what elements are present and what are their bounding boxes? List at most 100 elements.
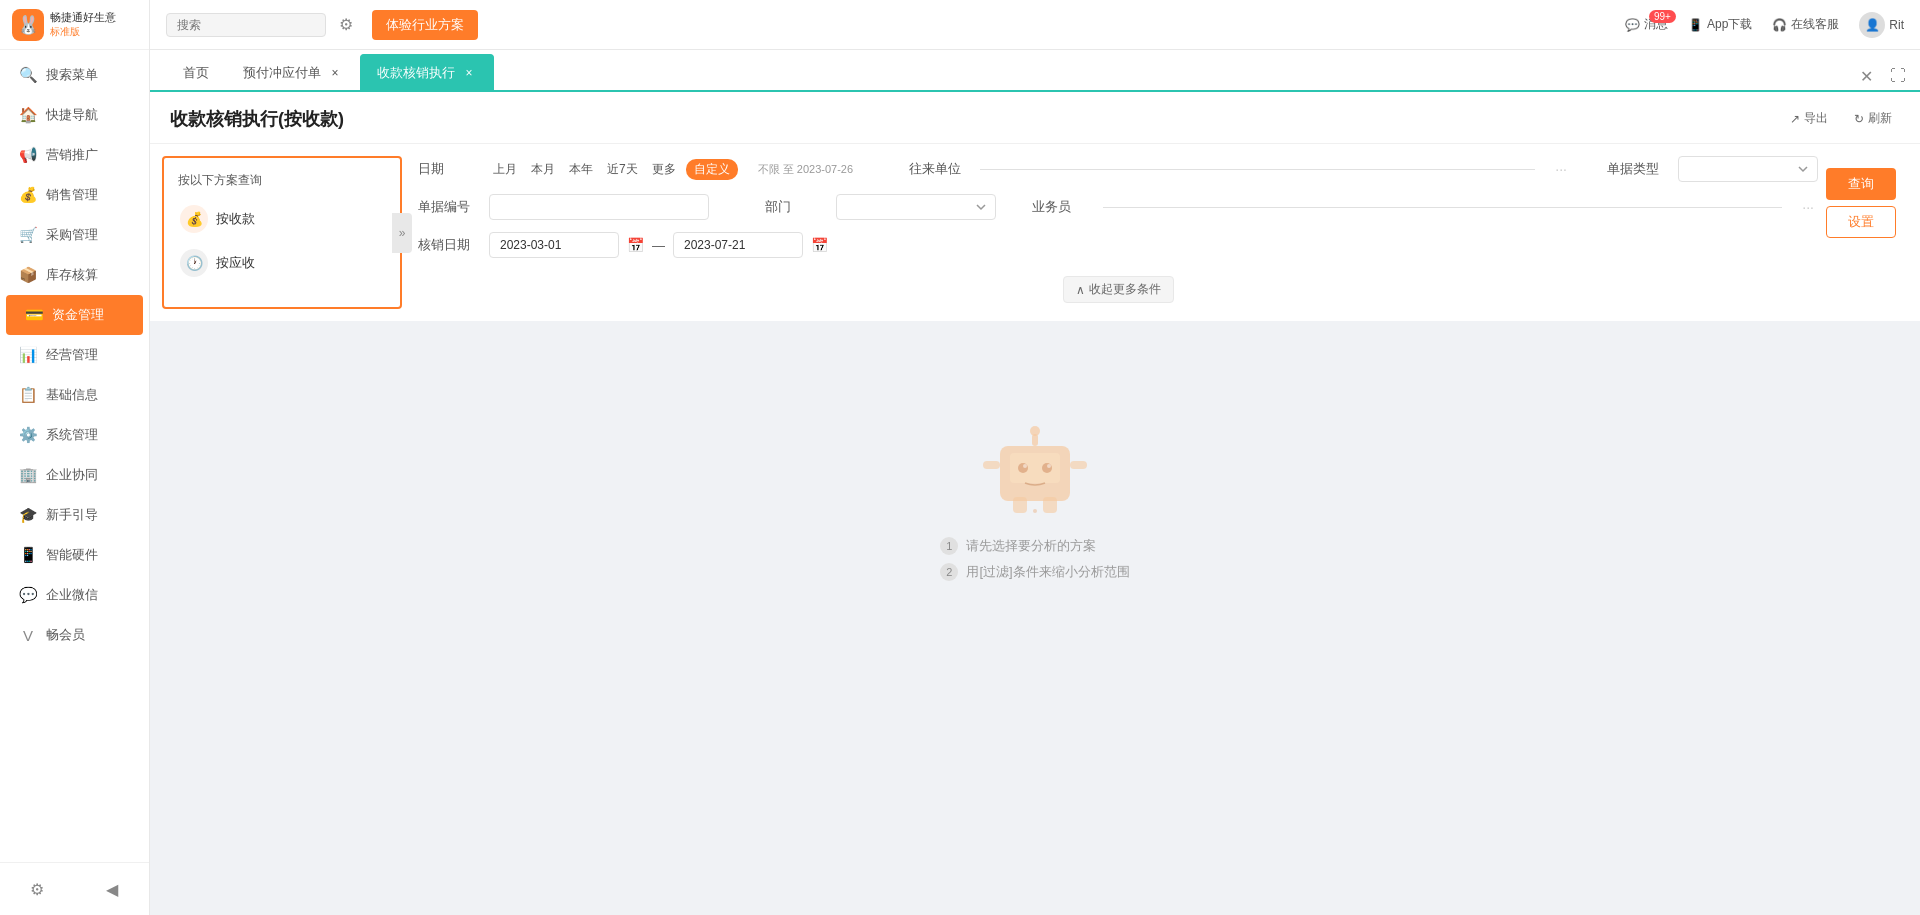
- date-7days[interactable]: 近7天: [603, 159, 642, 180]
- logo-sub: 标准版: [50, 25, 116, 39]
- query-btn[interactable]: 查询: [1826, 168, 1896, 200]
- svg-point-2: [1018, 463, 1028, 473]
- verify-date-end-calendar[interactable]: 📅: [811, 237, 828, 253]
- filter-option-by-receipt[interactable]: 💰 按收款: [164, 197, 400, 241]
- collapse-sidebar-icon[interactable]: ◀: [96, 873, 128, 905]
- export-label: 导出: [1804, 110, 1828, 127]
- search-input[interactable]: [166, 13, 326, 37]
- sidebar-item-hardware[interactable]: 📱 智能硬件: [0, 535, 149, 575]
- message-icon: 💬: [1625, 18, 1640, 32]
- receipt-icon: 💰: [180, 205, 208, 233]
- date-range-display: 不限 至 2023-07-26: [758, 162, 853, 177]
- settings-icon[interactable]: ⚙: [21, 873, 53, 905]
- sidebar-item-search[interactable]: 🔍 搜索菜单: [0, 55, 149, 95]
- date-this-month[interactable]: 本月: [527, 159, 559, 180]
- date-more[interactable]: 更多: [648, 159, 680, 180]
- sidebar-item-sales[interactable]: 💰 销售管理: [0, 175, 149, 215]
- sidebar-item-marketing[interactable]: 📢 营销推广: [0, 135, 149, 175]
- svg-rect-8: [983, 461, 1000, 469]
- app-label: App下载: [1707, 16, 1752, 33]
- sidebar-item-capital[interactable]: 💳 资金管理: [6, 295, 143, 335]
- filter-area: 按以下方案查询 💰 按收款 🕐 按应收 » 日: [150, 144, 1920, 321]
- nav-label-marketing: 营销推广: [46, 146, 98, 164]
- collapse-more-btn[interactable]: ∧ 收起更多条件: [1063, 276, 1174, 303]
- export-icon: ↗: [1790, 112, 1800, 126]
- nav-label-capital: 资金管理: [52, 306, 104, 324]
- user-menu[interactable]: 👤 Rit: [1859, 12, 1904, 38]
- message-badge: 99+: [1649, 10, 1676, 23]
- nav-label-inventory: 库存核算: [46, 266, 98, 284]
- close-tab-icon[interactable]: ✕: [1852, 62, 1880, 90]
- nav-label-search: 搜索菜单: [46, 66, 98, 84]
- expand-tab-icon[interactable]: ⛶: [1884, 62, 1912, 90]
- hint-text-2: 用[过滤]条件来缩小分析范围: [966, 563, 1129, 581]
- doc-type-select[interactable]: [1678, 156, 1818, 182]
- nav-label-operation: 经营管理: [46, 346, 98, 364]
- nav-icon-marketing: 📢: [18, 145, 38, 165]
- svg-rect-10: [1013, 497, 1027, 513]
- empty-state: 1 请先选择要分析的方案 2 用[过滤]条件来缩小分析范围: [150, 321, 1920, 661]
- message-btn[interactable]: 💬 消息 99+: [1625, 16, 1668, 33]
- sidebar-item-guide[interactable]: 🎓 新手引导: [0, 495, 149, 535]
- sidebar-item-operation[interactable]: 📊 经营管理: [0, 335, 149, 375]
- industry-btn[interactable]: 体验行业方案: [372, 10, 478, 40]
- verify-date-label: 核销日期: [418, 236, 473, 254]
- filter-row-2: 单据编号 部门 业务员 ···: [418, 194, 1818, 220]
- nav-icon-operation: 📊: [18, 345, 38, 365]
- doc-num-input[interactable]: [489, 194, 709, 220]
- staff-ellipsis[interactable]: ···: [1798, 199, 1818, 215]
- sidebar-item-basic[interactable]: 📋 基础信息: [0, 375, 149, 415]
- svg-point-3: [1042, 463, 1052, 473]
- export-btn[interactable]: ↗ 导出: [1782, 106, 1836, 131]
- date-last-month[interactable]: 上月: [489, 159, 521, 180]
- hint-num-2: 2: [940, 563, 958, 581]
- refresh-btn[interactable]: ↻ 刷新: [1846, 106, 1900, 131]
- refresh-label: 刷新: [1868, 110, 1892, 127]
- tab-receipt-close[interactable]: ×: [461, 65, 477, 81]
- app-download-btn[interactable]: 📱 App下载: [1688, 16, 1752, 33]
- service-icon: 🎧: [1772, 18, 1787, 32]
- service-btn[interactable]: 🎧 在线客服: [1772, 16, 1839, 33]
- filter-option-by-payable[interactable]: 🕐 按应收: [164, 241, 400, 285]
- nav-icon-shortcut: 🏠: [18, 105, 38, 125]
- verify-date-dash: —: [652, 238, 665, 253]
- sidebar-item-system[interactable]: ⚙️ 系统管理: [0, 415, 149, 455]
- settings-btn[interactable]: 设置: [1826, 206, 1896, 238]
- nav-icon-hardware: 📱: [18, 545, 38, 565]
- filter-row-1: 日期 上月 本月 本年 近7天 更多 自定义 不限 至 2023-07-26 往…: [418, 156, 1818, 182]
- date-this-year[interactable]: 本年: [565, 159, 597, 180]
- tab-home-label: 首页: [183, 64, 209, 82]
- tab-prepay-close[interactable]: ×: [327, 65, 343, 81]
- verify-date-end[interactable]: [673, 232, 803, 258]
- tab-receipt[interactable]: 收款核销执行 ×: [360, 54, 494, 90]
- app-icon: 📱: [1688, 18, 1703, 32]
- filter-row-3: 核销日期 📅 — 📅: [418, 232, 1818, 258]
- nav-label-system: 系统管理: [46, 426, 98, 444]
- tab-prepay[interactable]: 预付冲应付单 ×: [226, 54, 360, 90]
- logo-icon: 🐰: [12, 9, 44, 41]
- payable-icon: 🕐: [180, 249, 208, 277]
- filter-panel-collapse-btn[interactable]: »: [392, 213, 412, 253]
- gear-icon[interactable]: ⚙: [332, 11, 360, 39]
- verify-date-start-calendar[interactable]: 📅: [627, 237, 644, 253]
- nav-label-enterprise: 企业协同: [46, 466, 98, 484]
- date-custom[interactable]: 自定义: [686, 159, 738, 180]
- sidebar-item-member[interactable]: V 畅会员: [0, 615, 149, 655]
- sidebar-item-shortcut[interactable]: 🏠 快捷导航: [0, 95, 149, 135]
- hint-text-1: 请先选择要分析的方案: [966, 537, 1096, 555]
- sidebar-bottom: ⚙ ◀: [0, 862, 149, 915]
- sidebar-item-enterprise[interactable]: 🏢 企业协同: [0, 455, 149, 495]
- svg-point-7: [1030, 426, 1040, 436]
- nav-label-wechat: 企业微信: [46, 586, 98, 604]
- sidebar-item-inventory[interactable]: 📦 库存核算: [0, 255, 149, 295]
- sidebar-item-purchase[interactable]: 🛒 采购管理: [0, 215, 149, 255]
- sidebar-item-wechat[interactable]: 💬 企业微信: [0, 575, 149, 615]
- nav-label-guide: 新手引导: [46, 506, 98, 524]
- partner-label: 往来单位: [909, 160, 964, 178]
- tab-home[interactable]: 首页: [166, 54, 226, 90]
- tabbar: 首页 预付冲应付单 × 收款核销执行 × ✕ ⛶: [150, 50, 1920, 92]
- partner-ellipsis[interactable]: ···: [1551, 161, 1571, 177]
- topbar-right: 💬 消息 99+ 📱 App下载 🎧 在线客服 👤 Rit: [1625, 12, 1904, 38]
- dept-select[interactable]: [836, 194, 996, 220]
- verify-date-start[interactable]: [489, 232, 619, 258]
